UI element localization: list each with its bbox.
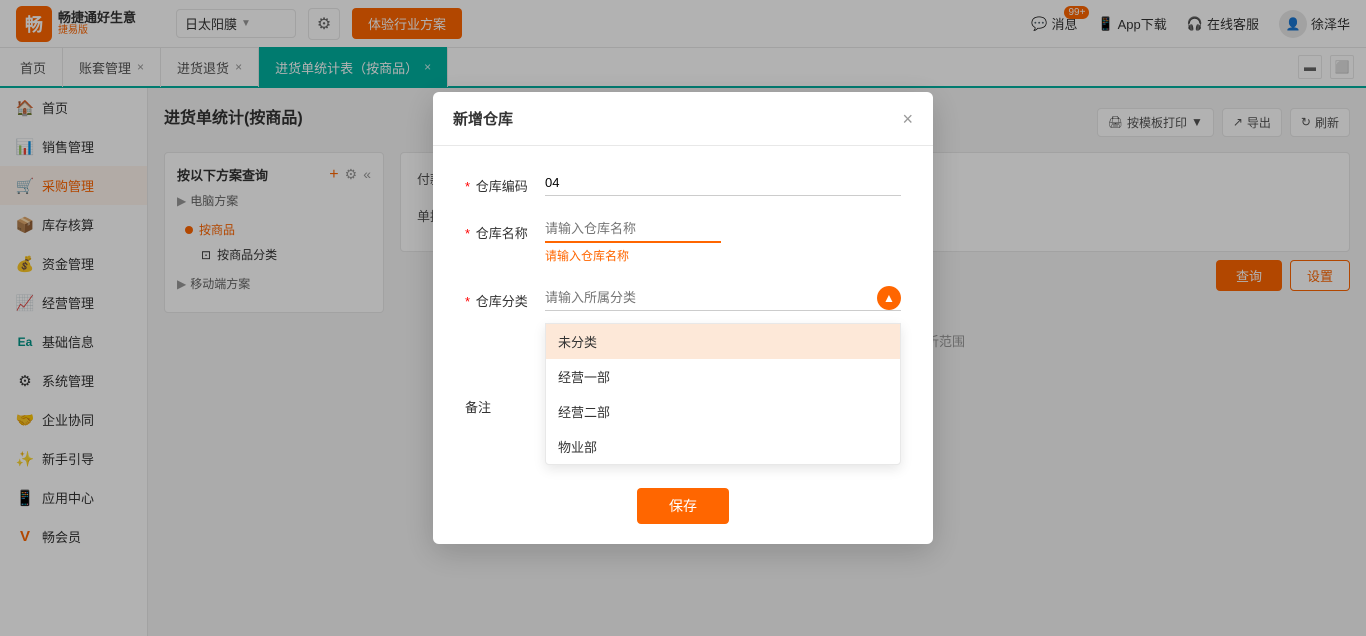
form-row-code: * 仓库编码 xyxy=(465,170,901,196)
required-star-name: * xyxy=(465,226,470,241)
form-row-category: * 仓库分类 ▲ 未分类 经营一部 xyxy=(465,285,901,311)
dialog-close-button[interactable]: × xyxy=(902,110,913,128)
category-input[interactable] xyxy=(545,285,901,311)
code-label: * 仓库编码 xyxy=(465,170,545,195)
category-dropdown-list: 未分类 经营一部 经营二部 物业部 xyxy=(545,323,901,465)
dialog-header: 新增仓库 × xyxy=(433,92,933,146)
dialog-title: 新增仓库 xyxy=(453,108,513,129)
required-star-category: * xyxy=(465,294,470,309)
dialog-body: * 仓库编码 * 仓库名称 请输入仓库名称 xyxy=(433,146,933,476)
dropdown-item-dept1[interactable]: 经营一部 xyxy=(546,359,900,394)
name-input[interactable] xyxy=(545,216,721,243)
category-dropdown-toggle[interactable]: ▲ xyxy=(877,286,901,310)
category-select-wrapper: ▲ xyxy=(545,285,901,311)
modal-overlay[interactable]: 新增仓库 × * 仓库编码 * 仓库名称 xyxy=(0,0,1366,636)
dropdown-item-uncategorized[interactable]: 未分类 xyxy=(546,324,900,359)
required-star-code: * xyxy=(465,179,470,194)
dropdown-item-dept2[interactable]: 经营二部 xyxy=(546,394,900,429)
note-label: 备注 xyxy=(465,391,545,416)
dialog-footer: 保存 xyxy=(433,476,933,544)
save-button[interactable]: 保存 xyxy=(637,488,729,524)
name-error-message: 请输入仓库名称 xyxy=(545,249,629,263)
add-warehouse-dialog: 新增仓库 × * 仓库编码 * 仓库名称 xyxy=(433,92,933,544)
dropdown-item-property[interactable]: 物业部 xyxy=(546,429,900,464)
form-row-name: * 仓库名称 请输入仓库名称 xyxy=(465,216,901,265)
category-label: * 仓库分类 xyxy=(465,285,545,310)
chevron-up-icon: ▲ xyxy=(883,291,895,305)
name-label: * 仓库名称 xyxy=(465,217,545,242)
code-input[interactable] xyxy=(545,170,901,196)
